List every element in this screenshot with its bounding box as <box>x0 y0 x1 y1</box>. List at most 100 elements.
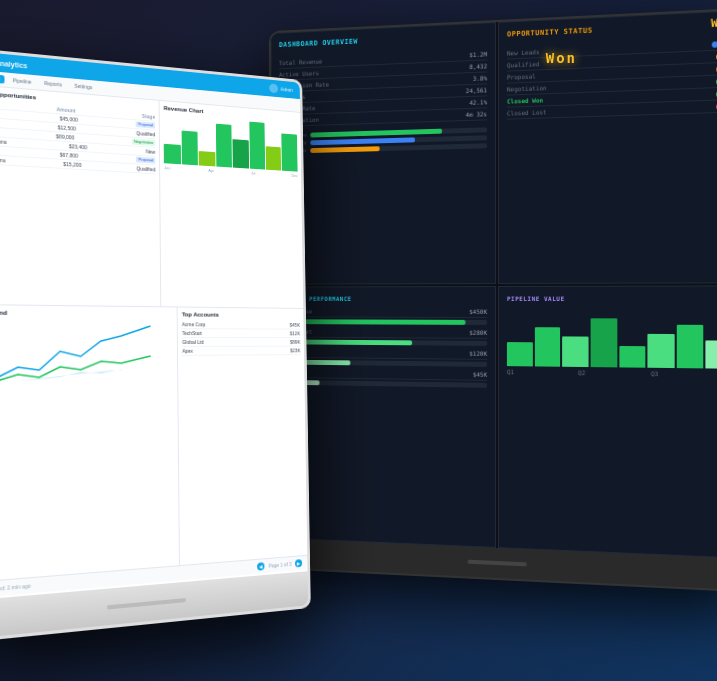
row-label: Proposal <box>507 72 536 80</box>
stand-bar <box>467 560 526 567</box>
account-value: $12K <box>290 331 300 337</box>
bar-q4 <box>590 318 616 367</box>
panel-bottom-right: PIPELINE VALUE Q1 Q2 Q3 Q4 <box>498 285 717 558</box>
account-value: $89K <box>290 339 300 345</box>
bar-row <box>279 380 487 388</box>
content-top: Recent Opportunities Name Amount Stage A… <box>0 84 303 309</box>
cell-amount: $15,200 <box>63 161 81 168</box>
opportunities-section: Recent Opportunities Name Amount Stage A… <box>0 84 161 306</box>
mini-bar-item <box>233 139 249 168</box>
dark-row-midmarket: Mid-Market $280K <box>279 326 487 339</box>
avatar <box>269 83 278 93</box>
bar-q8 <box>706 340 717 368</box>
monitor-front-screen: CRM Analytics Admin Overview Pipeline Re… <box>0 50 308 601</box>
accounts-section: Top Accounts Acme Corp $45K TechStart $1… <box>178 308 307 566</box>
row-value: 4m 32s <box>466 110 487 118</box>
mini-bar-item <box>181 131 198 166</box>
cell-amount: $45,000 <box>59 115 77 122</box>
row-value: $450K <box>469 308 487 315</box>
won-label: Won <box>711 16 717 31</box>
trend-svg <box>0 320 174 384</box>
app-title: CRM Analytics <box>0 57 27 69</box>
dark-row-enterprise: Enterprise $450K <box>279 306 487 318</box>
tab-pipeline[interactable]: Pipeline <box>9 76 36 86</box>
mini-bar-item <box>249 122 265 170</box>
chart-label: Dec <box>291 173 297 178</box>
cell-amount: $12,500 <box>58 124 76 131</box>
dark-row-startup: Startup $45K <box>279 366 487 381</box>
row-label: Negotiation <box>507 84 547 93</box>
bar-track <box>279 319 487 325</box>
account-name: Acme Corp <box>182 321 206 327</box>
tab-settings[interactable]: Settings <box>70 81 96 91</box>
row-value: 3.8% <box>473 74 487 82</box>
app-content: Recent Opportunities Name Amount Stage A… <box>0 84 307 582</box>
tab-overview[interactable]: Overview <box>0 73 4 84</box>
account-name: Global Ltd <box>182 339 204 345</box>
row-value: 8,432 <box>469 62 487 70</box>
bar-chart <box>507 306 717 369</box>
cell-amount: $67,800 <box>60 152 78 159</box>
account-row: Global Ltd $89K <box>182 338 300 347</box>
panel-bottom-right-header: PIPELINE VALUE <box>507 295 717 302</box>
dark-row-smb: SMB $120K <box>279 346 487 360</box>
panel-top-right: OPPORTUNITY STATUS New Leads 142 Qualifi… <box>498 10 717 284</box>
row-label: New Leads <box>507 48 539 56</box>
bar-track <box>279 380 487 388</box>
bar-track <box>279 339 487 345</box>
won-overlay-text: Won <box>546 50 577 66</box>
bar-q6 <box>648 334 675 368</box>
cell-stage: New <box>146 148 156 154</box>
chart-x-label: Q3 <box>651 370 659 377</box>
prev-arrow: ◀ <box>259 563 263 569</box>
bar-q1 <box>507 342 533 366</box>
account-value: $45K <box>290 322 300 328</box>
cell-stage: Qualified <box>136 130 155 137</box>
mini-bar-item <box>164 144 181 164</box>
cell-amount: $23,400 <box>69 143 87 150</box>
row-value: $120K <box>469 350 487 357</box>
account-name: TechStart <box>182 330 202 336</box>
cell-name: Delta Systems <box>0 155 6 163</box>
account-value: $23K <box>290 348 300 354</box>
monitor-back-screen: DASHBOARD OVERVIEW Total Revenue $1.2M A… <box>271 10 717 559</box>
stand-bar <box>107 598 186 610</box>
bar-row <box>279 319 487 325</box>
mini-bar-item <box>199 151 215 166</box>
cell-name: Apex Solutions <box>0 137 7 146</box>
user-label: Admin <box>280 86 292 93</box>
row-label: Closed Lost <box>507 108 547 116</box>
cell-amount: $89,000 <box>56 133 74 140</box>
cell-stage: Qualified <box>136 165 155 172</box>
bar-fill <box>310 146 379 153</box>
revenue-chart-section: Revenue Chart Jan <box>160 101 303 308</box>
monitor-front: CRM Analytics Admin Overview Pipeline Re… <box>0 47 311 643</box>
trend-line-blue <box>0 325 151 378</box>
data-table: Name Amount Stage Acme Corp $45,000 Prop… <box>0 98 156 174</box>
tab-reports[interactable]: Reports <box>40 79 66 89</box>
footer-left: Last updated: 2 min ago <box>0 582 31 593</box>
bar-q2 <box>535 327 561 367</box>
account-name: Apex <box>182 348 193 354</box>
panel-bottom-left-header: ACCOUNT PERFORMANCE <box>279 295 487 302</box>
row-label: Closed Won <box>507 96 543 104</box>
footer-right: Page 1 of 3 <box>268 561 291 569</box>
col-header-amount: Amount <box>56 106 75 114</box>
bar-row <box>279 339 487 345</box>
row-label: Qualified <box>507 60 539 68</box>
chart-label: Jul <box>251 171 256 176</box>
chart-label: Jan <box>164 165 170 170</box>
row-value: $45K <box>473 371 487 378</box>
mini-bar-item <box>216 124 232 168</box>
page-nav-next[interactable]: ▶ <box>295 559 302 567</box>
next-arrow: ▶ <box>297 560 301 566</box>
account-row: TechStart $12K <box>182 329 300 338</box>
page-nav-prev[interactable]: ◀ <box>257 562 264 570</box>
chart-x-label: Q2 <box>578 369 585 376</box>
panel-top-right-header: OPPORTUNITY STATUS <box>507 26 593 38</box>
accounts-title: Top Accounts <box>182 311 300 318</box>
chart-label: Apr <box>208 168 214 173</box>
account-row: Acme Corp $45K <box>182 320 300 329</box>
row-label: Total Revenue <box>279 58 322 67</box>
row-value: 42.1% <box>469 98 487 106</box>
